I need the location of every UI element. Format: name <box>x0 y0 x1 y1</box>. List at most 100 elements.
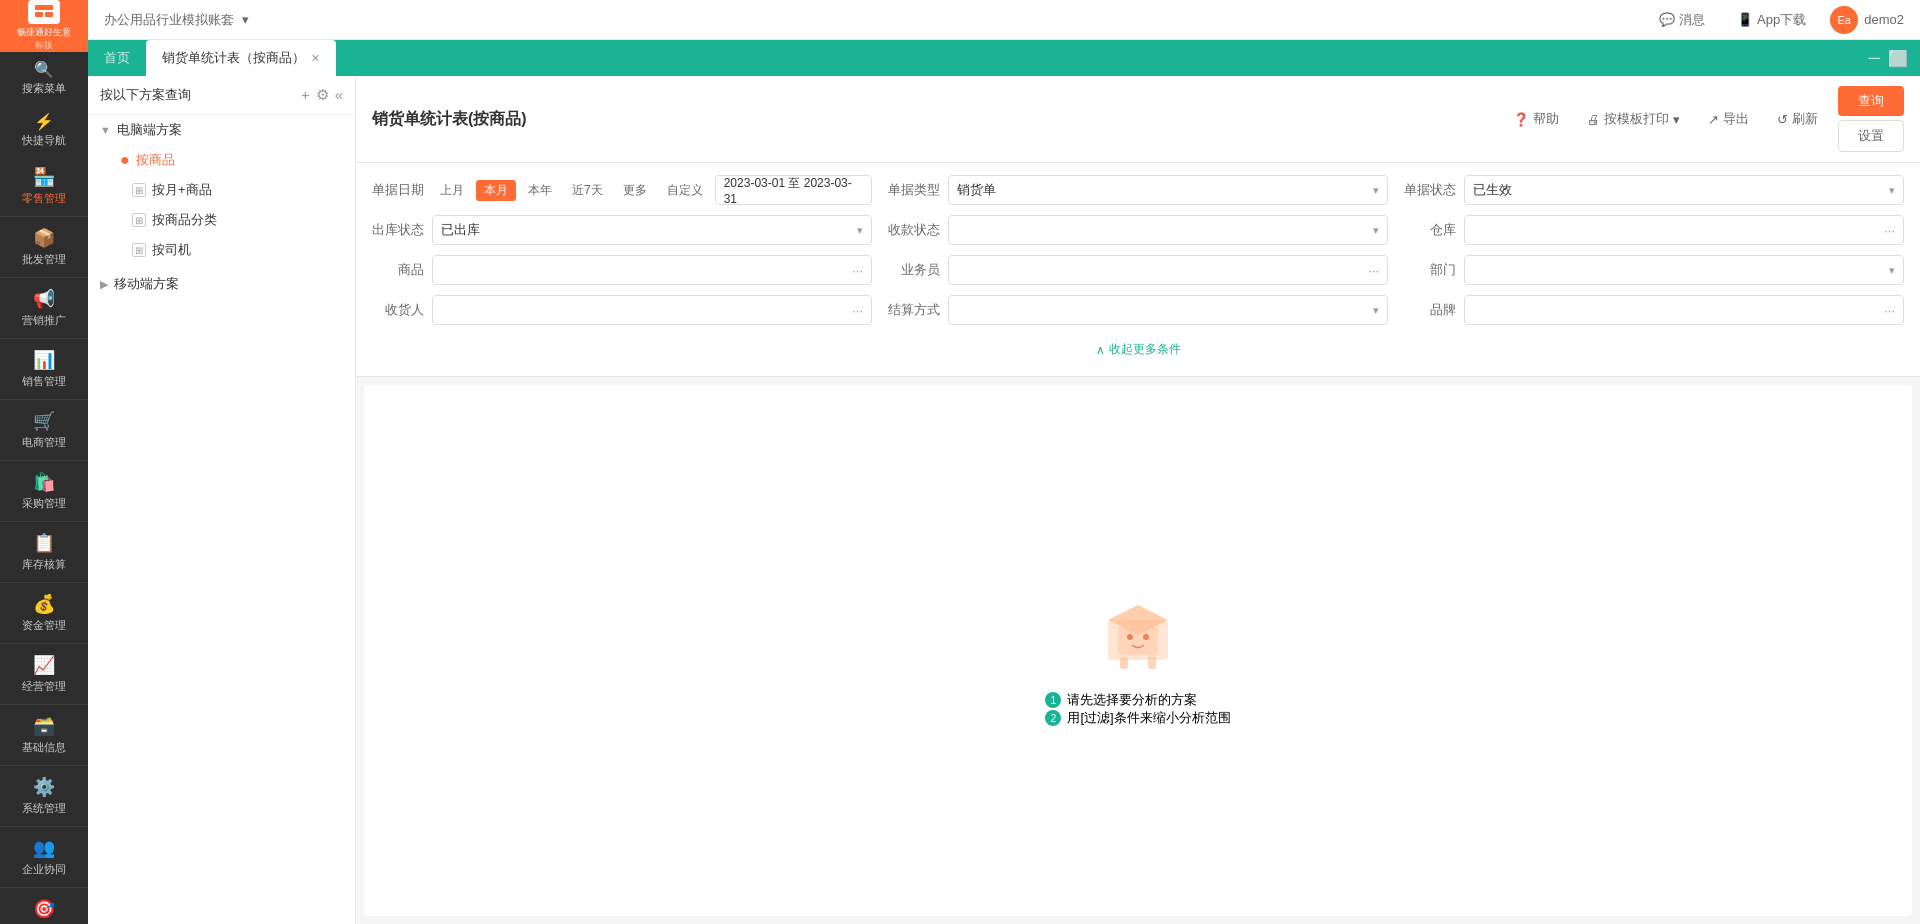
sidebar-item-system[interactable]: ⚙️ 系统管理 <box>0 766 88 827</box>
out-status-value: 已出库 <box>441 221 480 239</box>
query-button[interactable]: 查询 <box>1838 86 1904 116</box>
filter-doc-status: 单据状态 已生效 ▾ <box>1404 175 1904 205</box>
doc-type-arrow: ▾ <box>1373 184 1379 197</box>
sidebar-item-marketing[interactable]: 📢 营销推广 <box>0 278 88 339</box>
date-tab-custom[interactable]: 自定义 <box>659 180 711 201</box>
refresh-btn[interactable]: ↺ 刷新 <box>1769 106 1826 132</box>
industry-selector[interactable]: 办公用品行业模拟账套 ▾ <box>104 11 249 29</box>
doc-status-input[interactable]: 已生效 ▾ <box>1464 175 1904 205</box>
sidebar-item-ecommerce[interactable]: 🛒 电商管理 <box>0 400 88 461</box>
payment-status-input[interactable]: ▾ <box>948 215 1388 245</box>
settings-scheme-icon[interactable]: ⚙ <box>316 86 329 104</box>
app-download-btn[interactable]: 📱 App下载 <box>1729 7 1814 33</box>
primary-actions: 查询 设置 <box>1838 86 1904 152</box>
sidebar-item-finance[interactable]: 💰 资金管理 <box>0 583 88 644</box>
receiver-input[interactable]: ··· <box>432 295 872 325</box>
tab-home[interactable]: 首页 <box>88 40 146 76</box>
tree-node-by-month-goods[interactable]: ⊞ 按月+商品 <box>88 175 355 205</box>
finance-icon: 💰 <box>33 593 55 615</box>
svg-rect-2 <box>45 12 53 17</box>
tree-node-by-cashier[interactable]: ⊞ 按司机 <box>88 235 355 265</box>
out-status-label: 出库状态 <box>372 221 432 239</box>
minimize-icon[interactable]: ─ <box>1869 49 1880 68</box>
collapse-panel-icon[interactable]: « <box>335 86 343 104</box>
sidebar-item-sales[interactable]: 📊 销售管理 <box>0 339 88 400</box>
date-tab-last-month[interactable]: 上月 <box>432 180 472 201</box>
collapse-btn[interactable]: ∧ 收起更多条件 <box>372 335 1904 364</box>
date-tab-7days[interactable]: 近7天 <box>564 180 611 201</box>
user-profile[interactable]: Ea demo2 <box>1830 6 1904 34</box>
empty-steps: 1 请先选择要分析的方案 2 用[过滤]条件来缩小分析范围 <box>1045 691 1230 727</box>
tree-node-by-goods[interactable]: ● 按商品 <box>88 145 355 175</box>
dept-input[interactable]: ▾ <box>1464 255 1904 285</box>
date-tab-this-month[interactable]: 本月 <box>476 180 516 201</box>
filter-dept: 部门 ▾ <box>1404 255 1904 285</box>
finance-label: 资金管理 <box>22 618 66 633</box>
sidebar-item-inventory[interactable]: 📋 库存核算 <box>0 522 88 583</box>
sidebar-item-basic[interactable]: 🗃️ 基础信息 <box>0 705 88 766</box>
tab-sales-stats[interactable]: 销货单统计表（按商品） ✕ <box>146 40 336 76</box>
dept-arrow: ▾ <box>1889 264 1895 277</box>
date-label: 单据日期 <box>372 181 432 199</box>
warehouse-input[interactable]: ··· <box>1464 215 1904 245</box>
print-btn[interactable]: 🖨 按模板打印 ▾ <box>1579 106 1688 132</box>
date-tab-this-year[interactable]: 本年 <box>520 180 560 201</box>
help-label: 帮助 <box>1533 110 1559 128</box>
sidebar-item-guide[interactable]: 🎯 新手引导 <box>0 888 88 924</box>
industry-name: 办公用品行业模拟账套 <box>104 11 234 29</box>
sidebar-item-wholesale[interactable]: 📦 批发管理 <box>0 217 88 278</box>
empty-illustration <box>1088 575 1188 675</box>
by-month-goods-label: 按月+商品 <box>152 181 212 199</box>
doc-type-input[interactable]: 销货单 ▾ <box>948 175 1388 205</box>
purchase-icon: 🛍️ <box>33 471 55 493</box>
svg-point-6 <box>1127 634 1133 640</box>
sidebar-item-corp[interactable]: 👥 企业协同 <box>0 827 88 888</box>
sidebar-item-operations[interactable]: 📈 经营管理 <box>0 644 88 705</box>
corp-label: 企业协同 <box>22 862 66 877</box>
purchase-label: 采购管理 <box>22 496 66 511</box>
salesman-input[interactable]: ··· <box>948 255 1388 285</box>
ecommerce-label: 电商管理 <box>22 435 66 450</box>
filter-row-4: 收货人 ··· 结算方式 ▾ <box>372 295 1904 325</box>
collapse-label: 收起更多条件 <box>1109 341 1181 358</box>
date-range-input[interactable]: 2023-03-01 至 2023-03-31 <box>715 175 872 205</box>
out-status-arrow: ▾ <box>857 224 863 237</box>
tab-bar: 首页 销货单统计表（按商品） ✕ ─ ⬜ <box>88 40 1920 76</box>
tree-node-desktop[interactable]: ▼ 电脑端方案 <box>88 115 355 145</box>
export-label: 导出 <box>1723 110 1749 128</box>
left-panel-header: 按以下方案查询 + ⚙ « <box>88 76 355 115</box>
refresh-label: 刷新 <box>1792 110 1818 128</box>
filter-brand: 品牌 ··· <box>1404 295 1904 325</box>
close-tab-icon[interactable]: ✕ <box>311 52 320 65</box>
tree-node-by-category[interactable]: ⊞ 按商品分类 <box>88 205 355 235</box>
salesman-label: 业务员 <box>888 261 948 279</box>
maximize-icon[interactable]: ⬜ <box>1888 49 1908 68</box>
print-icon: 🖨 <box>1587 112 1600 127</box>
tree-node-mobile[interactable]: ▶ 移动端方案 <box>88 269 355 299</box>
export-btn[interactable]: ↗ 导出 <box>1700 106 1757 132</box>
filter-payment-method: 结算方式 ▾ <box>888 295 1388 325</box>
setting-button[interactable]: 设置 <box>1838 120 1904 152</box>
add-scheme-icon[interactable]: + <box>301 86 310 104</box>
help-btn[interactable]: ❓ 帮助 <box>1505 106 1567 132</box>
message-btn[interactable]: 💬 消息 <box>1651 7 1713 33</box>
out-status-input[interactable]: 已出库 ▾ <box>432 215 872 245</box>
goods-input[interactable]: ··· <box>432 255 872 285</box>
sidebar-item-purchase[interactable]: 🛍️ 采购管理 <box>0 461 88 522</box>
by-goods-label: 按商品 <box>136 151 175 169</box>
sidebar-item-retail[interactable]: 🏪 零售管理 <box>0 156 88 217</box>
sidebar-search[interactable]: 🔍 搜索菜单 <box>0 52 88 104</box>
warehouse-label: 仓库 <box>1404 221 1464 239</box>
date-tab-more[interactable]: 更多 <box>615 180 655 201</box>
filter-warehouse: 仓库 ··· <box>1404 215 1904 245</box>
filter-goods: 商品 ··· <box>372 255 872 285</box>
export-icon: ↗ <box>1708 112 1719 127</box>
payment-method-input[interactable]: ▾ <box>948 295 1388 325</box>
payment-method-arrow: ▾ <box>1373 304 1379 317</box>
salesman-dots: ··· <box>1368 263 1379 278</box>
brand-input[interactable]: ··· <box>1464 295 1904 325</box>
empty-step-1: 1 请先选择要分析的方案 <box>1045 691 1230 709</box>
filter-receiver: 收货人 ··· <box>372 295 872 325</box>
sidebar-quicknav[interactable]: ⚡ 快捷导航 <box>0 104 88 156</box>
app-logo[interactable]: 畅捷通好生意 标版 <box>0 0 88 52</box>
